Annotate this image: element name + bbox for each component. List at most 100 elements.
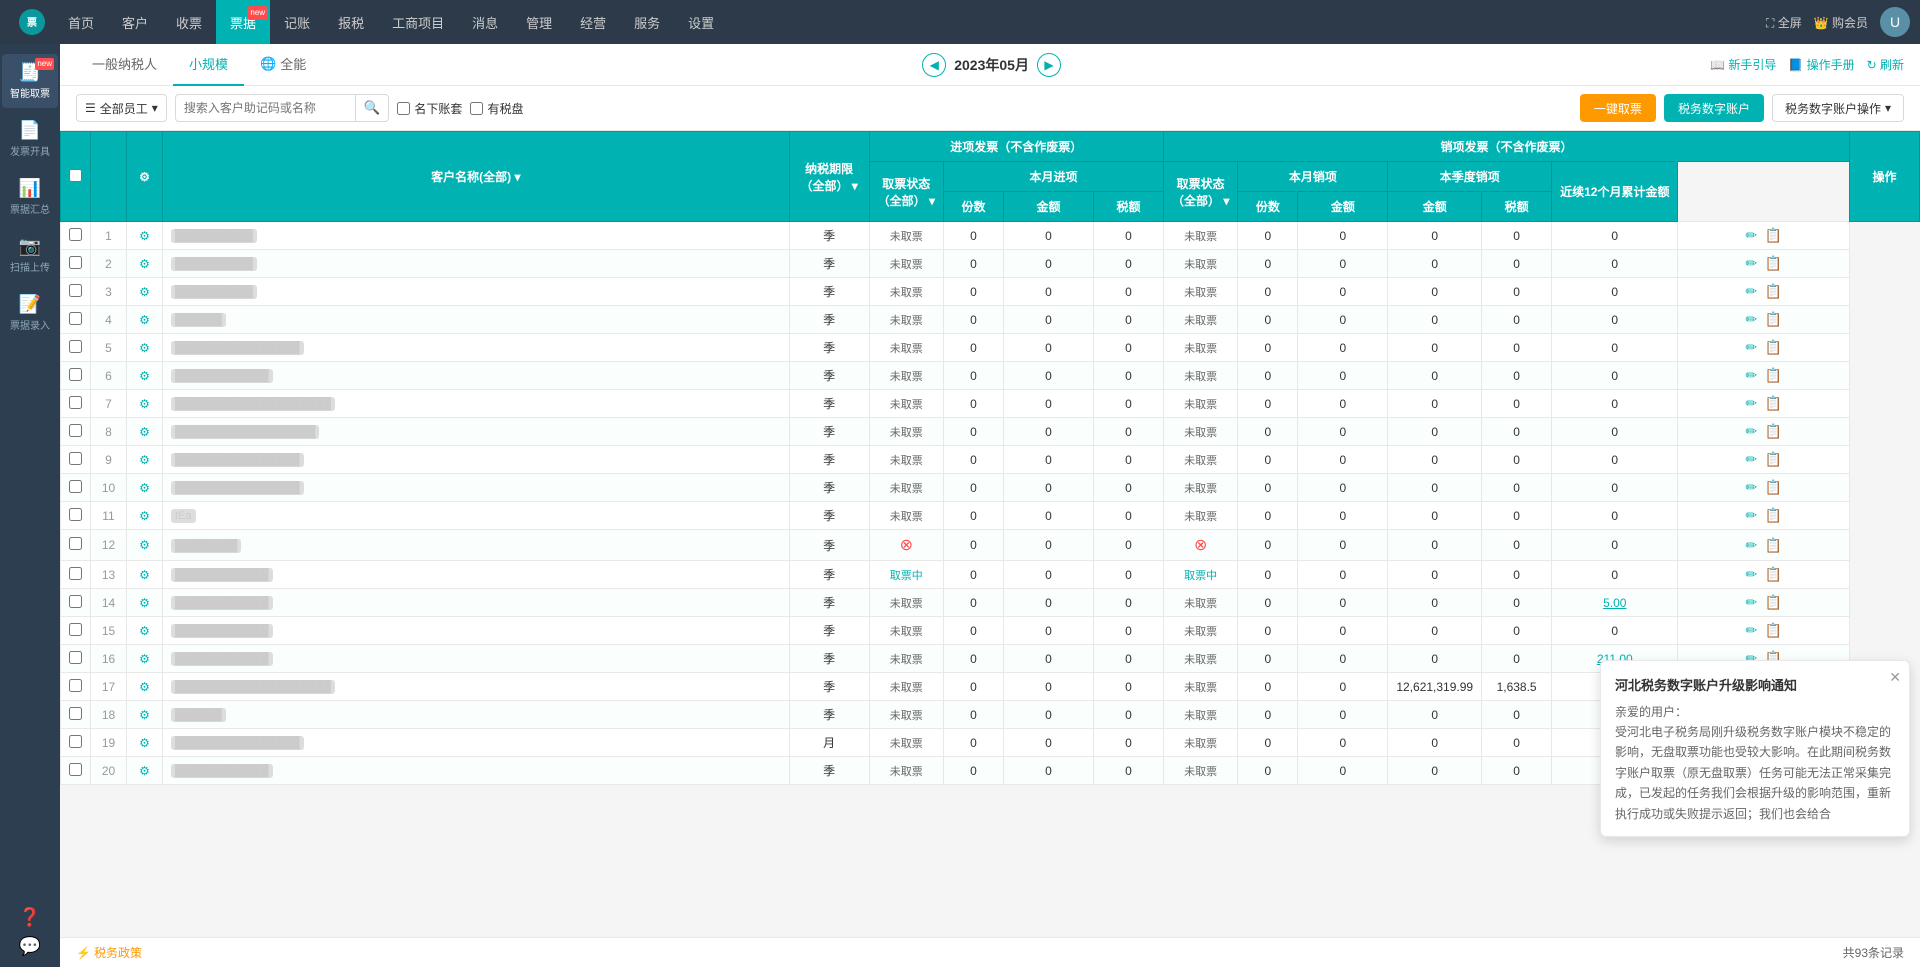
- cell-checkbox[interactable]: [61, 390, 91, 418]
- row-checkbox[interactable]: [69, 595, 82, 608]
- manual-btn[interactable]: 📘 操作手册: [1788, 56, 1854, 73]
- th-output-status[interactable]: 取票状态（全部） ▾: [1163, 162, 1237, 222]
- edit-btn[interactable]: ✏: [1745, 622, 1757, 638]
- user-avatar[interactable]: U: [1880, 7, 1910, 37]
- cell-settings[interactable]: ⚙: [127, 617, 163, 645]
- cell-checkbox[interactable]: [61, 589, 91, 617]
- cell-settings[interactable]: ⚙: [127, 362, 163, 390]
- cell-settings[interactable]: ⚙: [127, 645, 163, 673]
- edit-btn[interactable]: ✏: [1745, 479, 1757, 495]
- row-checkbox[interactable]: [69, 651, 82, 664]
- edit-btn[interactable]: ✏: [1745, 395, 1757, 411]
- edit-btn[interactable]: ✏: [1745, 566, 1757, 582]
- nav-item-operation[interactable]: 经营: [566, 0, 620, 44]
- copy-btn[interactable]: 📋: [1765, 451, 1782, 467]
- cell-settings[interactable]: ⚙: [127, 502, 163, 530]
- copy-btn[interactable]: 📋: [1765, 594, 1782, 610]
- one-click-btn[interactable]: 一键取票: [1580, 94, 1656, 122]
- notification-close-btn[interactable]: ✕: [1889, 669, 1901, 686]
- row-checkbox[interactable]: [69, 707, 82, 720]
- cell-checkbox[interactable]: [61, 306, 91, 334]
- operate-btn[interactable]: 税务数字账户操作 ▾: [1772, 94, 1904, 122]
- cell-checkbox[interactable]: [61, 561, 91, 589]
- nav-item-manage[interactable]: 管理: [512, 0, 566, 44]
- th-input-status[interactable]: 取票状态（全部） ▾: [869, 162, 943, 222]
- row-checkbox[interactable]: [69, 284, 82, 297]
- edit-btn[interactable]: ✏: [1745, 339, 1757, 355]
- cell-settings[interactable]: ⚙: [127, 390, 163, 418]
- cell-settings[interactable]: ⚙: [127, 334, 163, 362]
- cell-settings[interactable]: ⚙: [127, 278, 163, 306]
- edit-btn[interactable]: ✏: [1745, 255, 1757, 271]
- edit-btn[interactable]: ✏: [1745, 311, 1757, 327]
- cell-settings[interactable]: ⚙: [127, 757, 163, 785]
- row-checkbox[interactable]: [69, 679, 82, 692]
- refresh-btn[interactable]: ↻ 刷新: [1867, 56, 1904, 73]
- copy-btn[interactable]: 📋: [1765, 507, 1782, 523]
- cell-checkbox[interactable]: [61, 278, 91, 306]
- row-checkbox[interactable]: [69, 228, 82, 241]
- edit-btn[interactable]: ✏: [1745, 367, 1757, 383]
- cell-settings[interactable]: ⚙: [127, 673, 163, 701]
- row-checkbox[interactable]: [69, 256, 82, 269]
- nav-item-home[interactable]: 首页: [54, 0, 108, 44]
- edit-btn[interactable]: ✏: [1745, 594, 1757, 610]
- tab-general[interactable]: 一般纳税人: [76, 44, 173, 86]
- tax-policy-btn[interactable]: ⚡ 税务政策: [76, 944, 142, 961]
- member-btn[interactable]: 👑 购会员: [1814, 14, 1868, 31]
- cell-settings[interactable]: ⚙: [127, 701, 163, 729]
- new-guide-btn[interactable]: 📖 新手引导: [1710, 56, 1776, 73]
- fullscreen-btn[interactable]: ⛶ 全屏: [1766, 14, 1802, 31]
- cell-settings[interactable]: ⚙: [127, 589, 163, 617]
- row-checkbox[interactable]: [69, 396, 82, 409]
- copy-btn[interactable]: 📋: [1765, 537, 1782, 553]
- row-checkbox[interactable]: [69, 312, 82, 325]
- nav-item-settings[interactable]: 设置: [674, 0, 728, 44]
- search-input[interactable]: [175, 94, 355, 122]
- sidebar-item-smart-invoice[interactable]: 🧾 智能取票 new: [2, 54, 58, 108]
- cell-checkbox[interactable]: [61, 617, 91, 645]
- row-checkbox[interactable]: [69, 735, 82, 748]
- nav-item-collect[interactable]: 收票: [162, 0, 216, 44]
- help-icon[interactable]: ❓: [19, 907, 41, 928]
- cell-checkbox[interactable]: [61, 530, 91, 561]
- copy-btn[interactable]: 📋: [1765, 566, 1782, 582]
- cell-checkbox[interactable]: [61, 673, 91, 701]
- cell-checkbox[interactable]: [61, 222, 91, 250]
- copy-btn[interactable]: 📋: [1765, 622, 1782, 638]
- cell-settings[interactable]: ⚙: [127, 306, 163, 334]
- copy-btn[interactable]: 📋: [1765, 479, 1782, 495]
- nav-item-accounting[interactable]: 记账: [270, 0, 324, 44]
- copy-btn[interactable]: 📋: [1765, 311, 1782, 327]
- employee-filter[interactable]: ☰ 全部员工 ▾: [76, 94, 167, 122]
- copy-btn[interactable]: 📋: [1765, 395, 1782, 411]
- copy-btn[interactable]: 📋: [1765, 227, 1782, 243]
- digital-account-btn[interactable]: 税务数字账户: [1664, 94, 1764, 122]
- row-checkbox[interactable]: [69, 452, 82, 465]
- cell-checkbox[interactable]: [61, 474, 91, 502]
- row-checkbox[interactable]: [69, 340, 82, 353]
- nav-item-invoice[interactable]: 票据 new: [216, 0, 270, 44]
- cell-checkbox[interactable]: [61, 701, 91, 729]
- cell-checkbox[interactable]: [61, 502, 91, 530]
- subledger-checkbox[interactable]: [397, 102, 410, 115]
- cell-settings[interactable]: ⚙: [127, 418, 163, 446]
- row-checkbox[interactable]: [69, 763, 82, 776]
- cell-settings[interactable]: ⚙: [127, 222, 163, 250]
- cell-checkbox[interactable]: [61, 362, 91, 390]
- sidebar-item-invoice-entry[interactable]: 📝 票据录入: [2, 286, 58, 340]
- cell-checkbox[interactable]: [61, 757, 91, 785]
- sidebar-item-open-invoice[interactable]: 📄 发票开具: [2, 112, 58, 166]
- cell-settings[interactable]: ⚙: [127, 530, 163, 561]
- edit-btn[interactable]: ✏: [1745, 423, 1757, 439]
- edit-btn[interactable]: ✏: [1745, 451, 1757, 467]
- row-checkbox[interactable]: [69, 368, 82, 381]
- subledger-checkbox-label[interactable]: 名下账套: [397, 100, 462, 117]
- cell-settings[interactable]: ⚙: [127, 474, 163, 502]
- cell-checkbox[interactable]: [61, 418, 91, 446]
- copy-btn[interactable]: 📋: [1765, 423, 1782, 439]
- period-next-btn[interactable]: ▶: [1037, 53, 1061, 77]
- cell-checkbox[interactable]: [61, 729, 91, 757]
- cell-settings[interactable]: ⚙: [127, 250, 163, 278]
- period-prev-btn[interactable]: ◀: [922, 53, 946, 77]
